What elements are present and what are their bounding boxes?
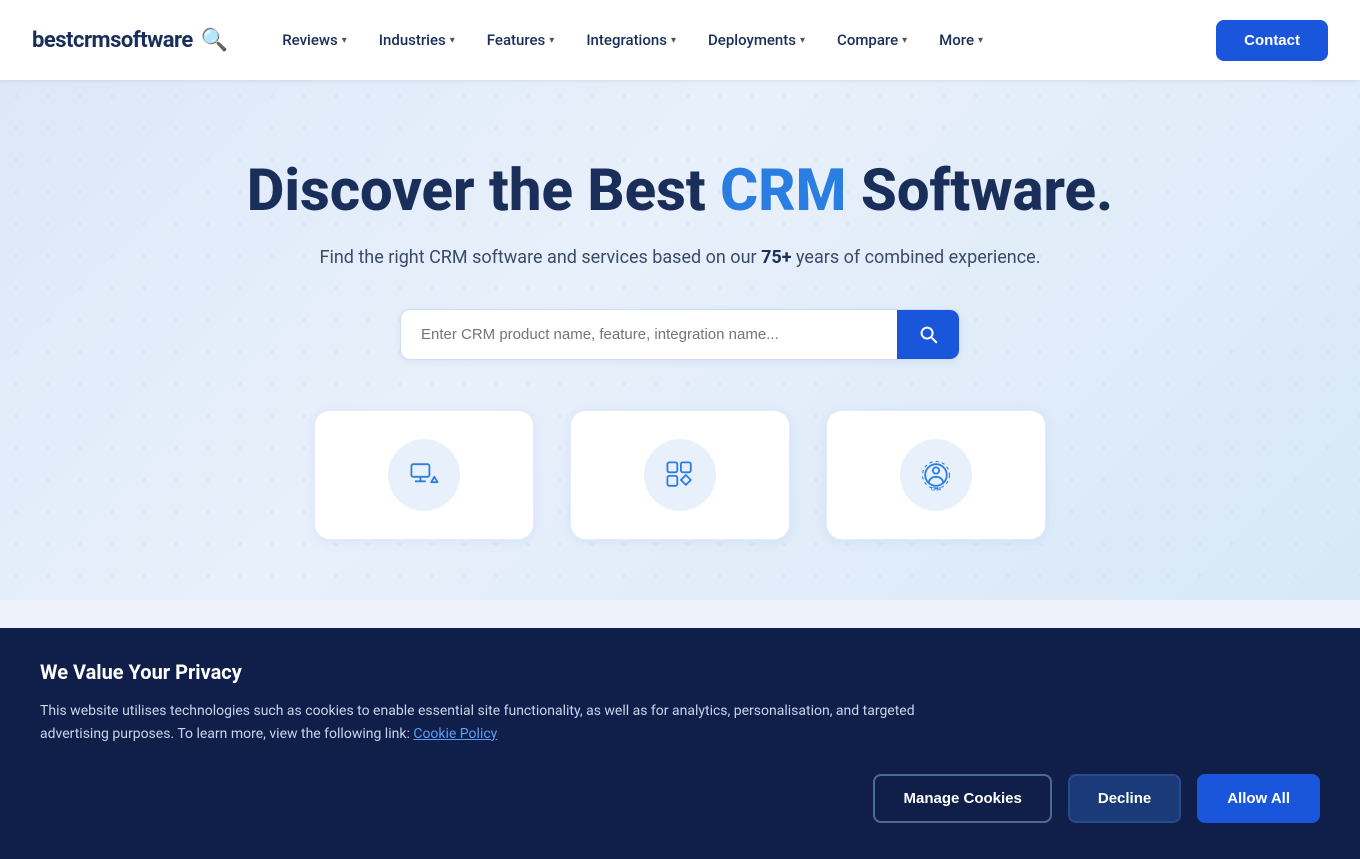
hero-subtitle-start: Find the right CRM software and services… bbox=[320, 247, 762, 268]
cookie-banner: We Value Your Privacy This website utili… bbox=[0, 628, 1360, 859]
crm-icon: CRM bbox=[918, 457, 954, 493]
hero-title-end: Software. bbox=[846, 157, 1113, 225]
integrations-icon bbox=[406, 457, 442, 493]
nav-item-more[interactable]: More ▾ bbox=[925, 23, 997, 57]
chevron-down-icon: ▾ bbox=[342, 35, 347, 46]
nav-links: Reviews ▾ Industries ▾ Features ▾ Integr… bbox=[268, 23, 1216, 57]
hero-subtitle: Find the right CRM software and services… bbox=[247, 244, 1113, 273]
hero-title: Discover the Best CRM Software. bbox=[247, 160, 1113, 224]
hero-content: Discover the Best CRM Software. Find the… bbox=[247, 160, 1113, 540]
hero-title-highlight: CRM bbox=[720, 157, 846, 225]
cookie-body: This website utilises technologies such … bbox=[40, 700, 940, 746]
hero-section: Discover the Best CRM Software. Find the… bbox=[0, 80, 1360, 600]
search-button[interactable] bbox=[897, 310, 959, 359]
nav-item-compare[interactable]: Compare ▾ bbox=[823, 23, 921, 57]
logo[interactable]: bestcrmsoftware 🔍 bbox=[32, 28, 228, 53]
svg-text:CRM: CRM bbox=[931, 486, 941, 492]
card-features[interactable] bbox=[570, 410, 790, 540]
chevron-down-icon: ▾ bbox=[902, 35, 907, 46]
hero-subtitle-bold: 75+ bbox=[761, 247, 791, 268]
cookie-title: We Value Your Privacy bbox=[40, 660, 1320, 684]
hero-subtitle-end: years of combined experience. bbox=[792, 247, 1041, 268]
chevron-down-icon: ▾ bbox=[450, 35, 455, 46]
nav-item-deployments[interactable]: Deployments ▾ bbox=[694, 23, 819, 57]
card-icon-circle-features bbox=[644, 439, 716, 511]
card-integrations[interactable] bbox=[314, 410, 534, 540]
nav-item-integrations[interactable]: Integrations ▾ bbox=[572, 23, 690, 57]
nav-item-features[interactable]: Features ▾ bbox=[473, 23, 569, 57]
decline-button[interactable]: Decline bbox=[1068, 774, 1181, 823]
search-icon: 🔍 bbox=[201, 28, 228, 53]
card-crm[interactable]: CRM bbox=[826, 410, 1046, 540]
chevron-down-icon: ▾ bbox=[549, 35, 554, 46]
card-icon-circle-integrations bbox=[388, 439, 460, 511]
chevron-down-icon: ▾ bbox=[671, 35, 676, 46]
nav-item-reviews[interactable]: Reviews ▾ bbox=[268, 23, 361, 57]
features-icon bbox=[662, 457, 698, 493]
contact-button[interactable]: Contact bbox=[1216, 20, 1328, 61]
hero-title-start: Discover the Best bbox=[247, 157, 720, 225]
allow-all-button[interactable]: Allow All bbox=[1197, 774, 1320, 823]
search-bar bbox=[400, 309, 960, 360]
search-icon bbox=[917, 323, 939, 345]
navbar: bestcrmsoftware 🔍 Reviews ▾ Industries ▾… bbox=[0, 0, 1360, 80]
cookie-actions: Manage Cookies Decline Allow All bbox=[40, 774, 1320, 823]
cards-row: CRM bbox=[247, 410, 1113, 540]
chevron-down-icon: ▾ bbox=[978, 35, 983, 46]
manage-cookies-button[interactable]: Manage Cookies bbox=[873, 774, 1051, 823]
card-icon-circle-crm: CRM bbox=[900, 439, 972, 511]
cookie-policy-link[interactable]: Cookie Policy bbox=[413, 726, 497, 742]
search-input[interactable] bbox=[401, 310, 897, 359]
chevron-down-icon: ▾ bbox=[800, 35, 805, 46]
brand-name: bestcrmsoftware bbox=[32, 28, 193, 53]
nav-item-industries[interactable]: Industries ▾ bbox=[365, 23, 469, 57]
